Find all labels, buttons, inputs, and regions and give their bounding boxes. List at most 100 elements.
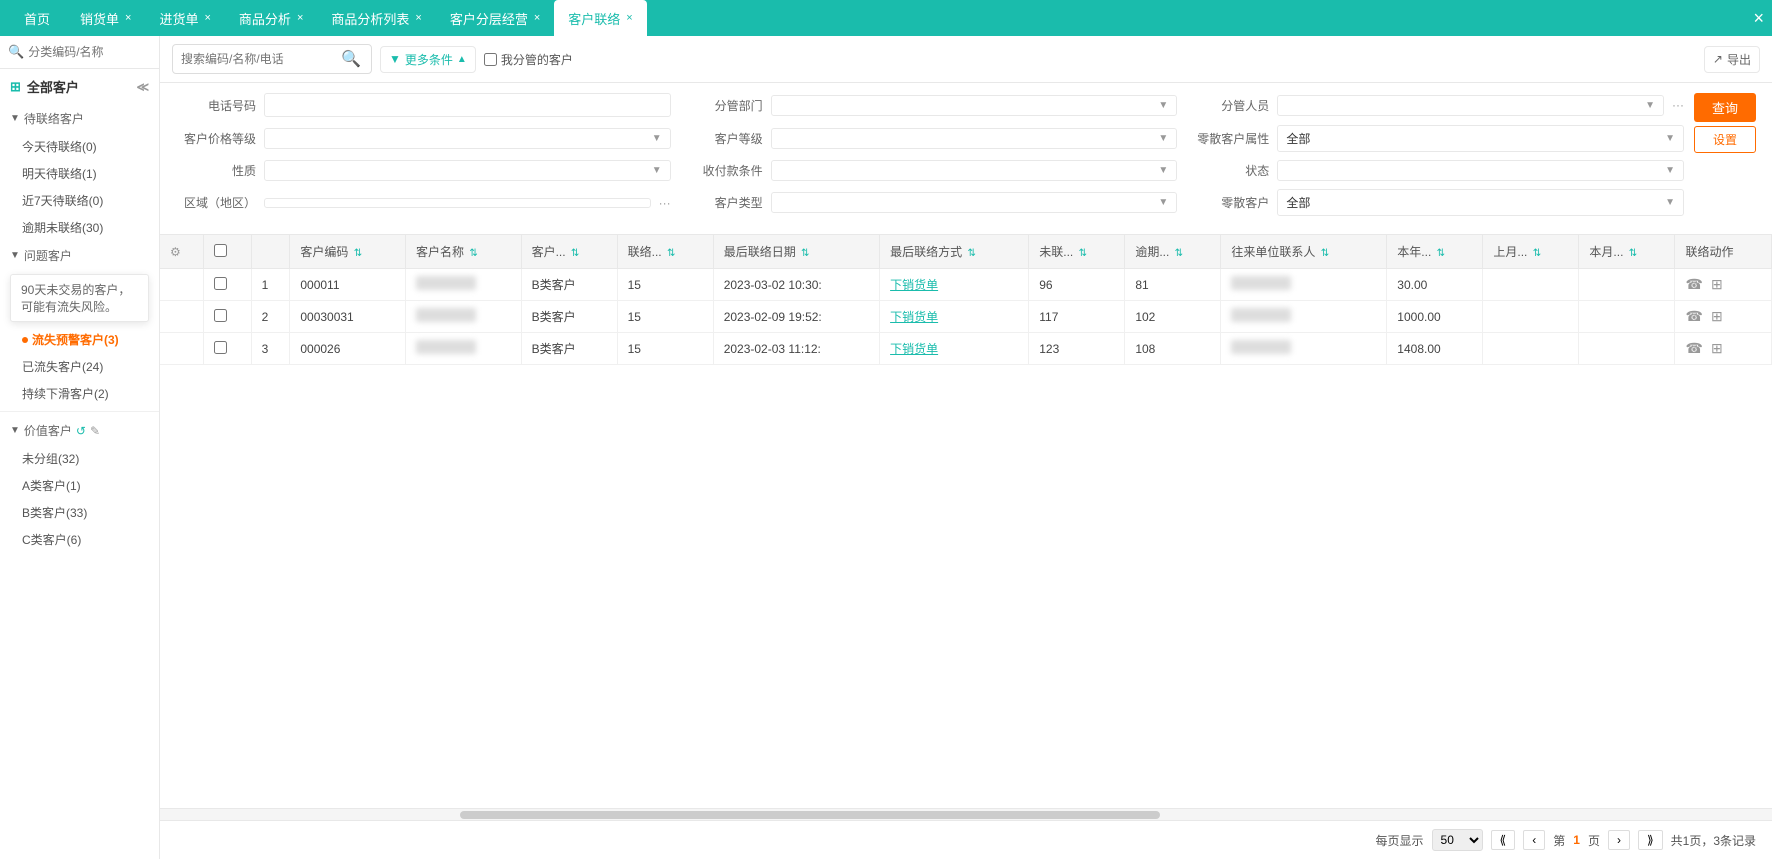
nature-select[interactable]: ▼ xyxy=(264,160,671,181)
sidebar-item-overdue-uncontacted[interactable]: 逾期未联络(30) xyxy=(0,214,159,241)
next-page-button[interactable]: › xyxy=(1608,830,1630,850)
close-analysis-tab[interactable]: × xyxy=(297,12,303,24)
cell-last-contact-method[interactable]: 下销货单 xyxy=(880,301,1029,333)
cell-index: 2 xyxy=(251,301,290,333)
row-checkbox[interactable] xyxy=(214,277,227,290)
customer-level-select[interactable]: ▼ xyxy=(771,128,1178,149)
col-unit-contact[interactable]: 往来单位联系人 ⇅ xyxy=(1221,235,1387,269)
cell-action: ☎ ⊞ xyxy=(1675,333,1772,365)
current-page-number: 1 xyxy=(1573,833,1580,847)
tab-home[interactable]: 首页 xyxy=(8,0,66,36)
refresh-icon[interactable]: ↺ xyxy=(76,424,86,438)
first-page-button[interactable]: ⟪ xyxy=(1491,830,1516,850)
export-button[interactable]: ↗ 导出 xyxy=(1704,46,1760,73)
table-row: 1 000011 B类客户 15 2023-03-02 10:30: 下销货单 … xyxy=(160,269,1772,301)
status-select[interactable]: ▼ xyxy=(1277,160,1684,181)
sidebar-item-tomorrow-pending[interactable]: 明天待联络(1) xyxy=(0,160,159,187)
tab-analysis[interactable]: 商品分析 × xyxy=(225,0,317,36)
my-customers-checkbox-label[interactable]: 我分管的客户 xyxy=(484,51,573,68)
last-page-button[interactable]: ⟫ xyxy=(1638,830,1663,850)
search-input[interactable] xyxy=(181,52,341,66)
sidebar-item-7day-pending[interactable]: 近7天待联络(0) xyxy=(0,187,159,214)
sidebar-all-customers[interactable]: ⊞ 全部客户 ≪ xyxy=(0,69,159,104)
sidebar-item-at-risk[interactable]: 流失预警客户(3) xyxy=(0,326,159,353)
close-customer-contact-tab[interactable]: × xyxy=(626,12,632,24)
search-button[interactable]: 🔍 xyxy=(341,49,361,69)
region-more-button[interactable]: ··· xyxy=(659,196,671,210)
price-level-select[interactable]: ▼ xyxy=(264,128,671,149)
col-overdue[interactable]: 逾期... ⇅ xyxy=(1125,235,1221,269)
contact-icon[interactable]: ☎ xyxy=(1685,276,1702,293)
sidebar-item-today-pending[interactable]: 今天待联络(0) xyxy=(0,133,159,160)
row-checkbox[interactable] xyxy=(214,309,227,322)
contact-method-link[interactable]: 下销货单 xyxy=(890,278,938,292)
sidebar-item-lost[interactable]: 已流失客户(24) xyxy=(0,353,159,380)
retail-attr-select[interactable]: 全部 ▼ xyxy=(1277,125,1684,152)
horizontal-scrollbar[interactable] xyxy=(160,808,1772,820)
sidebar-group-problem[interactable]: ▼ 问题客户 xyxy=(0,241,159,270)
page-size-select[interactable]: 50 100 xyxy=(1432,829,1483,851)
col-contact[interactable]: 联络... ⇅ xyxy=(617,235,713,269)
col-settings[interactable]: ⚙ xyxy=(160,235,204,269)
prev-page-button[interactable]: ‹ xyxy=(1523,830,1545,850)
col-this-month[interactable]: 本月... ⇅ xyxy=(1579,235,1675,269)
close-sales-tab[interactable]: × xyxy=(125,12,131,24)
sort-last-month-icon: ⇅ xyxy=(1533,248,1541,259)
col-this-year[interactable]: 本年... ⇅ xyxy=(1387,235,1483,269)
tab-analysis-list[interactable]: 商品分析列表 × xyxy=(317,0,435,36)
customer-type-select[interactable]: ▼ xyxy=(771,192,1178,213)
retail-customer-label: 零散客户 xyxy=(1189,194,1269,211)
payment-select[interactable]: ▼ xyxy=(771,160,1178,181)
my-customers-checkbox[interactable] xyxy=(484,53,497,66)
payment-label: 收付款条件 xyxy=(683,162,763,179)
settings-button[interactable]: 设置 xyxy=(1694,126,1756,153)
close-purchase-tab[interactable]: × xyxy=(204,12,210,24)
col-uncontacted[interactable]: 未联... ⇅ xyxy=(1029,235,1125,269)
close-analysis-list-tab[interactable]: × xyxy=(415,12,421,24)
customer-level-label: 客户等级 xyxy=(683,130,763,147)
dept-select[interactable]: ▼ xyxy=(771,95,1178,116)
scroll-thumb[interactable] xyxy=(460,811,1160,819)
contact-icon[interactable]: ☎ xyxy=(1685,308,1702,325)
tab-sales[interactable]: 销货单 × xyxy=(66,0,145,36)
more-action-icon[interactable]: ⊞ xyxy=(1711,340,1723,357)
table-row: 3 000026 B类客户 15 2023-02-03 11:12: 下销货单 … xyxy=(160,333,1772,365)
tab-customer-segment[interactable]: 客户分层经营 × xyxy=(436,0,554,36)
sidebar-item-declining[interactable]: 持续下滑客户(2) xyxy=(0,380,159,407)
retail-customer-select[interactable]: 全部 ▼ xyxy=(1277,189,1684,216)
col-type[interactable]: 客户... ⇅ xyxy=(521,235,617,269)
col-code[interactable]: 客户编码 ⇅ xyxy=(290,235,406,269)
contact-icon[interactable]: ☎ xyxy=(1685,340,1702,357)
sidebar-item-ungrouped[interactable]: 未分组(32) xyxy=(0,445,159,472)
close-customer-segment-tab[interactable]: × xyxy=(534,12,540,24)
col-last-contact-date[interactable]: 最后联络日期 ⇅ xyxy=(713,235,879,269)
manager-more-button[interactable]: ··· xyxy=(1672,98,1684,112)
sidebar-item-type-b[interactable]: B类客户(33) xyxy=(0,499,159,526)
col-last-contact-method[interactable]: 最后联络方式 ⇅ xyxy=(880,235,1029,269)
contact-method-link[interactable]: 下销货单 xyxy=(890,310,938,324)
manager-select[interactable]: ▼ xyxy=(1277,95,1664,116)
select-all-checkbox[interactable] xyxy=(214,244,227,257)
tab-customer-contact[interactable]: 客户联络 × xyxy=(554,0,646,36)
contact-method-link[interactable]: 下销货单 xyxy=(890,342,938,356)
window-close-button[interactable]: × xyxy=(1753,8,1764,29)
cell-last-contact-method[interactable]: 下销货单 xyxy=(880,333,1029,365)
sidebar-search-input[interactable] xyxy=(28,45,151,59)
edit-icon[interactable]: ✎ xyxy=(90,424,100,438)
tab-purchase[interactable]: 进货单 × xyxy=(145,0,224,36)
more-action-icon[interactable]: ⊞ xyxy=(1711,276,1723,293)
sidebar-group-pending[interactable]: ▼ 待联络客户 xyxy=(0,104,159,133)
col-name[interactable]: 客户名称 ⇅ xyxy=(405,235,521,269)
cell-last-contact-method[interactable]: 下销货单 xyxy=(880,269,1029,301)
region-select[interactable] xyxy=(264,198,651,208)
more-conditions-button[interactable]: ▼ 更多条件 ▲ xyxy=(380,46,476,73)
column-settings-icon[interactable]: ⚙ xyxy=(170,245,181,259)
query-button[interactable]: 查询 xyxy=(1694,93,1756,122)
row-checkbox[interactable] xyxy=(214,341,227,354)
phone-input[interactable] xyxy=(264,93,671,117)
sidebar-item-type-a[interactable]: A类客户(1) xyxy=(0,472,159,499)
more-action-icon[interactable]: ⊞ xyxy=(1711,308,1723,325)
sidebar-group-value[interactable]: ▼ 价值客户 ↺ ✎ xyxy=(0,416,159,445)
col-last-month[interactable]: 上月... ⇅ xyxy=(1483,235,1579,269)
sidebar-item-type-c[interactable]: C类客户(6) xyxy=(0,526,159,553)
